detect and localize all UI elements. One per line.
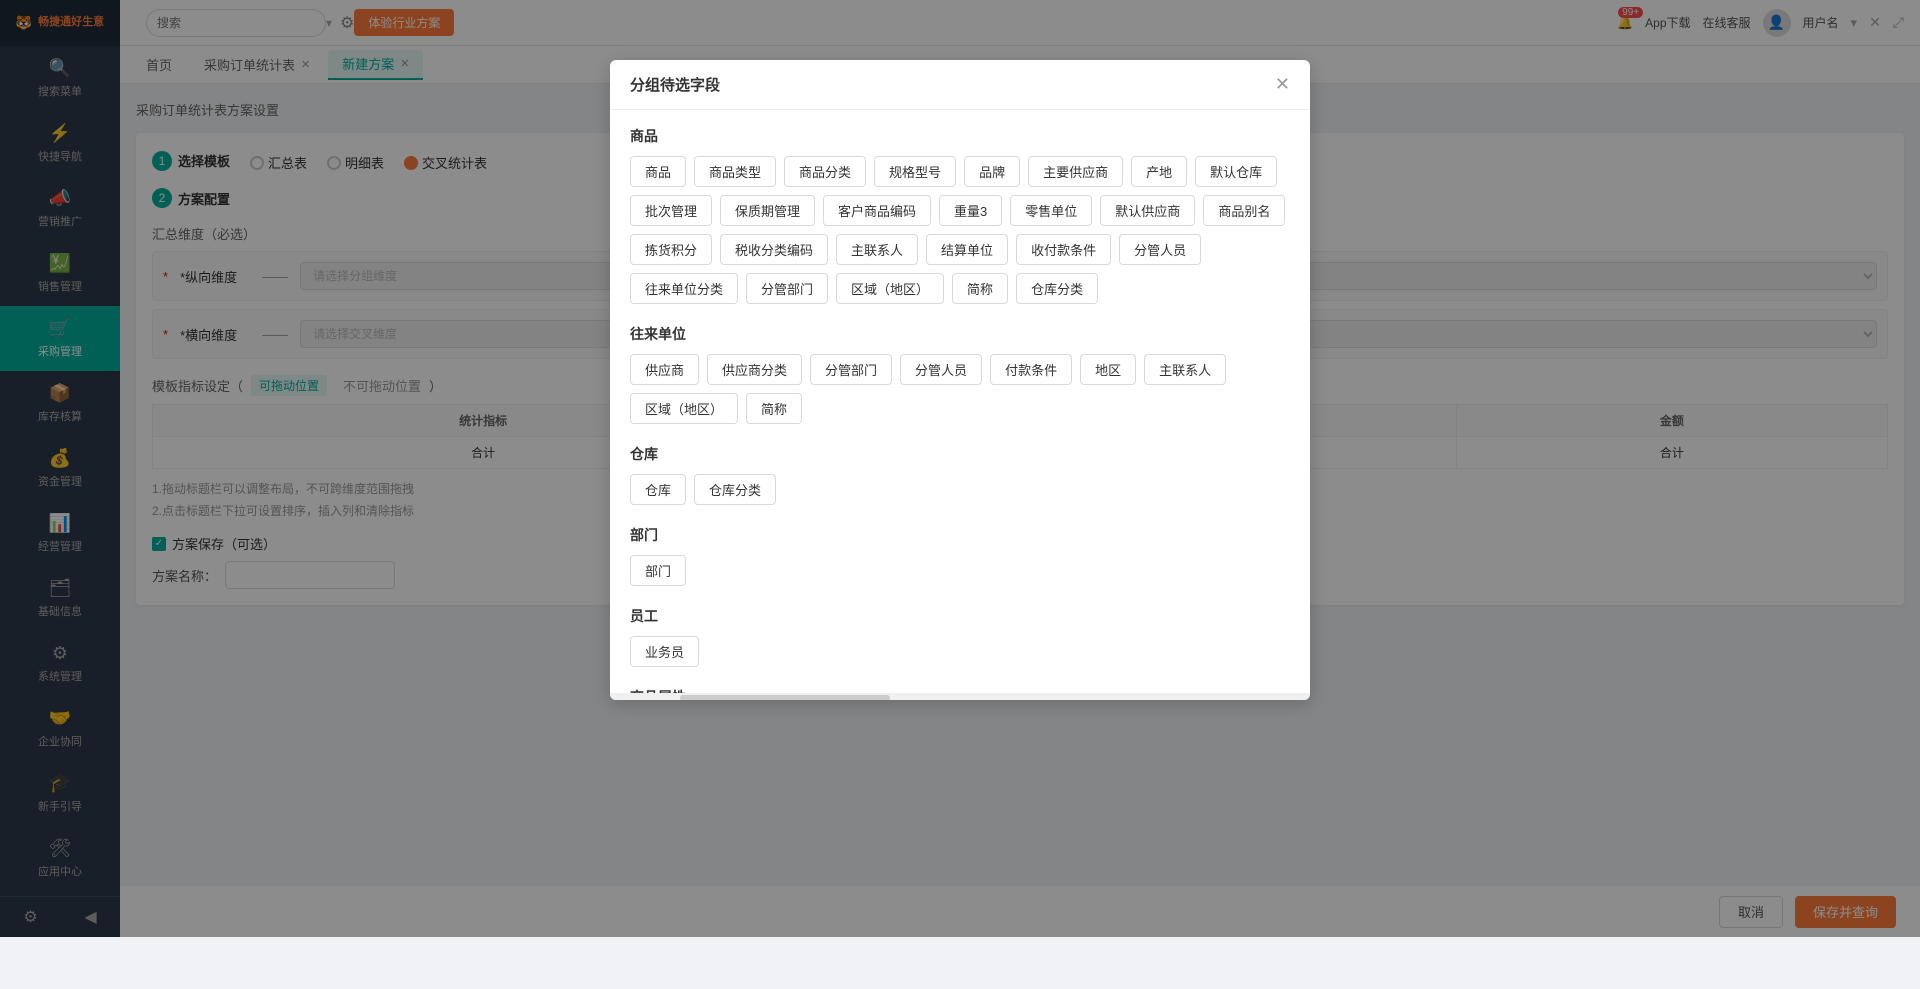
overlay: 分组待选字段 ✕ 商品商品商品类型商品分类规格型号品牌主要供应商产地默认仓库批次… xyxy=(0,0,1920,937)
field-chip-0-18[interactable]: 结算单位 xyxy=(926,234,1008,265)
field-chip-4-0[interactable]: 业务员 xyxy=(630,636,699,667)
dialog-hscroll[interactable] xyxy=(610,693,1310,700)
dialog-close-icon[interactable]: ✕ xyxy=(1275,74,1290,95)
field-section-3: 部门部门 xyxy=(630,525,1290,586)
dialog: 分组待选字段 ✕ 商品商品商品类型商品分类规格型号品牌主要供应商产地默认仓库批次… xyxy=(610,60,1310,700)
dialog-hscroll-thumb xyxy=(680,695,890,700)
field-chips-3: 部门 xyxy=(630,555,1290,586)
field-chip-1-8[interactable]: 简称 xyxy=(746,393,802,424)
field-chip-0-9[interactable]: 保质期管理 xyxy=(720,195,815,226)
dialog-title: 分组待选字段 xyxy=(630,74,720,95)
field-chip-0-7[interactable]: 默认仓库 xyxy=(1195,156,1277,187)
field-chip-1-1[interactable]: 供应商分类 xyxy=(707,354,802,385)
field-chip-0-12[interactable]: 零售单位 xyxy=(1010,195,1092,226)
field-chip-1-2[interactable]: 分管部门 xyxy=(810,354,892,385)
field-section-4: 员工业务员 xyxy=(630,606,1290,667)
field-chip-0-22[interactable]: 分管部门 xyxy=(746,273,828,304)
field-chip-1-7[interactable]: 区域（地区） xyxy=(630,393,738,424)
field-chip-0-4[interactable]: 品牌 xyxy=(964,156,1020,187)
field-section-title-3: 部门 xyxy=(630,525,1290,545)
field-chip-1-6[interactable]: 主联系人 xyxy=(1144,354,1226,385)
field-chip-0-14[interactable]: 商品别名 xyxy=(1203,195,1285,226)
field-chips-1: 供应商供应商分类分管部门分管人员付款条件地区主联系人区域（地区） 简称 xyxy=(630,354,1290,424)
field-chip-0-6[interactable]: 产地 xyxy=(1131,156,1187,187)
field-chip-1-5[interactable]: 地区 xyxy=(1080,354,1136,385)
field-section-title-4: 员工 xyxy=(630,606,1290,626)
dialog-body[interactable]: 商品商品商品类型商品分类规格型号品牌主要供应商产地默认仓库批次管理保质期管理客户… xyxy=(610,110,1310,693)
field-chip-0-15[interactable]: 拣货积分 xyxy=(630,234,712,265)
field-chips-0: 商品商品类型商品分类规格型号品牌主要供应商产地默认仓库批次管理保质期管理客户商品… xyxy=(630,156,1290,304)
field-chip-0-5[interactable]: 主要供应商 xyxy=(1028,156,1123,187)
field-chips-4: 业务员 xyxy=(630,636,1290,667)
field-chip-0-23[interactable]: 区域（地区） xyxy=(836,273,944,304)
field-chip-0-11[interactable]: 重量3 xyxy=(939,195,1002,226)
field-chip-0-19[interactable]: 收付款条件 xyxy=(1016,234,1111,265)
field-chip-0-2[interactable]: 商品分类 xyxy=(784,156,866,187)
field-chip-0-16[interactable]: 税收分类编码 xyxy=(720,234,828,265)
field-section-2: 仓库仓库仓库分类 xyxy=(630,444,1290,505)
field-chip-1-0[interactable]: 供应商 xyxy=(630,354,699,385)
field-chip-0-17[interactable]: 主联系人 xyxy=(836,234,918,265)
field-section-0: 商品商品商品类型商品分类规格型号品牌主要供应商产地默认仓库批次管理保质期管理客户… xyxy=(630,126,1290,304)
field-chip-2-1[interactable]: 仓库分类 xyxy=(694,474,776,505)
dialog-header: 分组待选字段 ✕ xyxy=(610,60,1310,110)
field-section-title-1: 往来单位 xyxy=(630,324,1290,344)
field-chip-0-21[interactable]: 往来单位分类 xyxy=(630,273,738,304)
field-section-title-0: 商品 xyxy=(630,126,1290,146)
field-chip-2-0[interactable]: 仓库 xyxy=(630,474,686,505)
field-chip-0-10[interactable]: 客户商品编码 xyxy=(823,195,931,226)
field-chips-2: 仓库仓库分类 xyxy=(630,474,1290,505)
field-section-1: 往来单位供应商供应商分类分管部门分管人员付款条件地区主联系人区域（地区） 简称 xyxy=(630,324,1290,424)
field-chip-0-1[interactable]: 商品类型 xyxy=(694,156,776,187)
field-chip-3-0[interactable]: 部门 xyxy=(630,555,686,586)
field-chip-1-3[interactable]: 分管人员 xyxy=(900,354,982,385)
field-chip-0-13[interactable]: 默认供应商 xyxy=(1100,195,1195,226)
field-chip-1-4[interactable]: 付款条件 xyxy=(990,354,1072,385)
field-chip-0-0[interactable]: 商品 xyxy=(630,156,686,187)
field-chip-0-25[interactable]: 仓库分类 xyxy=(1016,273,1098,304)
field-chip-0-8[interactable]: 批次管理 xyxy=(630,195,712,226)
field-chip-0-3[interactable]: 规格型号 xyxy=(874,156,956,187)
field-chip-0-24[interactable]: 简称 xyxy=(952,273,1008,304)
field-chip-0-20[interactable]: 分管人员 xyxy=(1119,234,1201,265)
field-section-title-2: 仓库 xyxy=(630,444,1290,464)
